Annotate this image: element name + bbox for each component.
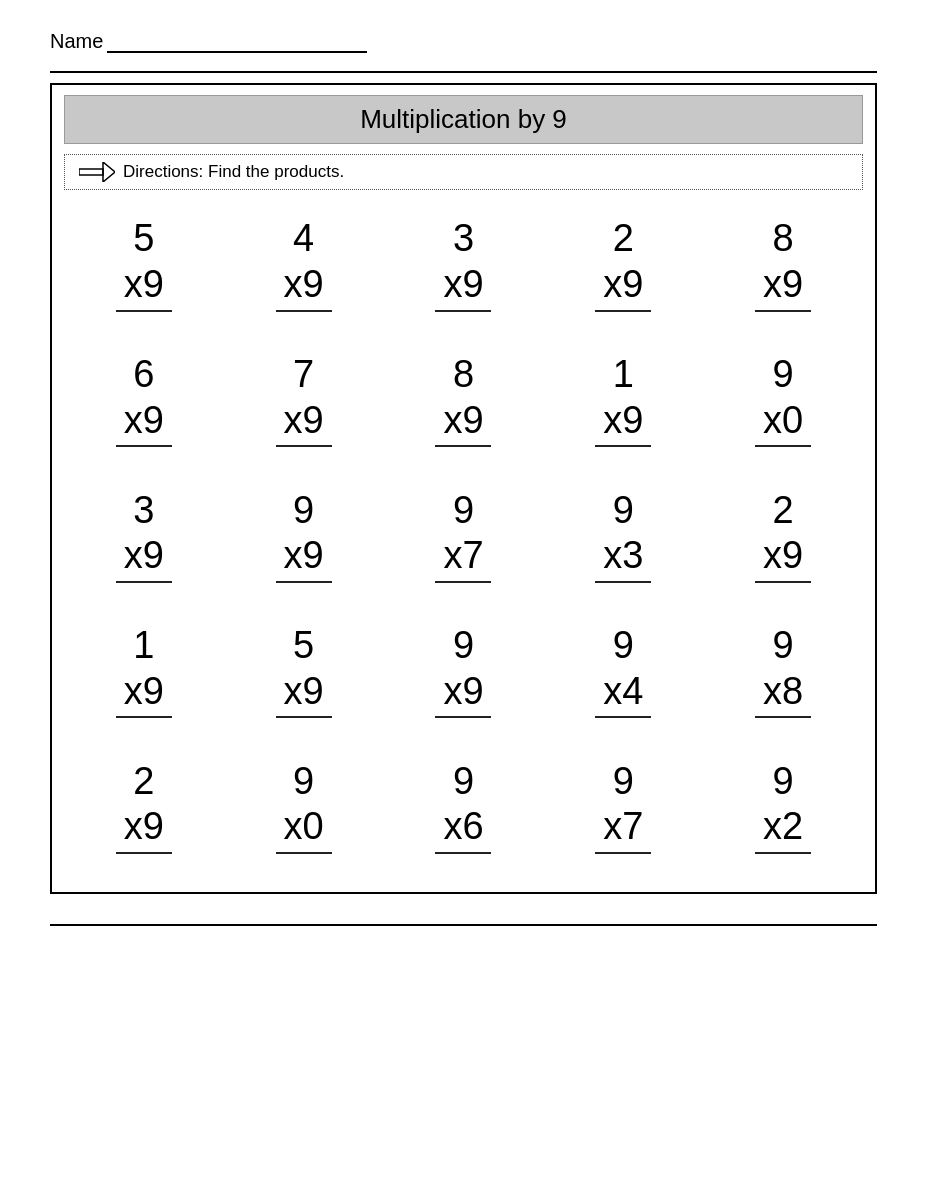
problem-top-number: 9: [613, 754, 634, 804]
problem-row: 6x97x98x91x99x0: [64, 348, 863, 448]
problem-2-3: 9x3: [573, 483, 673, 583]
problem-row: 5x94x93x92x98x9: [64, 212, 863, 312]
problem-row: 2x99x09x69x79x2: [64, 754, 863, 854]
problem-0-1: 4x9: [254, 212, 354, 312]
problem-top-number: 3: [133, 483, 154, 533]
problem-3-0: 1x9: [94, 619, 194, 719]
problem-2-4: 2x9: [733, 483, 833, 583]
problem-0-3: 2x9: [573, 212, 673, 312]
problem-row: 1x95x99x99x49x8: [64, 619, 863, 719]
problem-multiplier: x9: [755, 262, 811, 312]
problem-top-number: 8: [453, 348, 474, 398]
problem-0-4: 8x9: [733, 212, 833, 312]
problem-4-0: 2x9: [94, 754, 194, 854]
name-underline[interactable]: [107, 31, 367, 53]
name-line: Name: [50, 30, 877, 53]
problem-multiplier: x9: [116, 262, 172, 312]
worksheet-page: Name Multiplication by 9 Directions: Fin…: [0, 0, 927, 1200]
problem-1-0: 6x9: [94, 348, 194, 448]
directions-box: Directions: Find the products.: [64, 154, 863, 190]
problem-top-number: 6: [133, 348, 154, 398]
problem-multiplier: x9: [116, 533, 172, 583]
problem-multiplier: x9: [435, 262, 491, 312]
problem-top-number: 9: [453, 754, 474, 804]
problem-top-number: 2: [613, 212, 634, 262]
svg-marker-1: [103, 162, 115, 182]
problem-top-number: 5: [293, 619, 314, 669]
problem-multiplier: x9: [595, 398, 651, 448]
problem-multiplier: x7: [595, 804, 651, 854]
problem-top-number: 4: [293, 212, 314, 262]
worksheet-title: Multiplication by 9: [64, 95, 863, 144]
problem-top-number: 1: [613, 348, 634, 398]
bottom-border: [50, 924, 877, 926]
problem-multiplier: x9: [116, 804, 172, 854]
problem-multiplier: x9: [435, 669, 491, 719]
problem-top-number: 9: [613, 483, 634, 533]
problem-4-1: 9x0: [254, 754, 354, 854]
problem-1-2: 8x9: [413, 348, 513, 448]
problem-4-2: 9x6: [413, 754, 513, 854]
problem-top-number: 3: [453, 212, 474, 262]
problem-multiplier: x2: [755, 804, 811, 854]
problem-3-3: 9x4: [573, 619, 673, 719]
problem-1-4: 9x0: [733, 348, 833, 448]
problem-1-3: 1x9: [573, 348, 673, 448]
problem-top-number: 9: [613, 619, 634, 669]
problem-2-0: 3x9: [94, 483, 194, 583]
problem-multiplier: x4: [595, 669, 651, 719]
problem-top-number: 5: [133, 212, 154, 262]
problem-row: 3x99x99x79x32x9: [64, 483, 863, 583]
problem-3-1: 5x9: [254, 619, 354, 719]
problem-4-3: 9x7: [573, 754, 673, 854]
problem-top-number: 1: [133, 619, 154, 669]
problem-top-number: 2: [133, 754, 154, 804]
problem-multiplier: x9: [276, 533, 332, 583]
problem-3-2: 9x9: [413, 619, 513, 719]
problem-multiplier: x0: [755, 398, 811, 448]
problem-top-number: 9: [293, 483, 314, 533]
problem-top-number: 9: [773, 754, 794, 804]
problems-grid: 5x94x93x92x98x96x97x98x91x99x03x99x99x79…: [64, 212, 863, 872]
problem-top-number: 8: [773, 212, 794, 262]
problem-2-1: 9x9: [254, 483, 354, 583]
worksheet-border: Multiplication by 9 Directions: Find the…: [50, 83, 877, 894]
problem-top-number: 9: [773, 348, 794, 398]
problem-multiplier: x9: [276, 669, 332, 719]
svg-rect-0: [79, 169, 103, 175]
problem-multiplier: x0: [276, 804, 332, 854]
problem-0-0: 5x9: [94, 212, 194, 312]
name-label: Name: [50, 30, 103, 53]
problem-multiplier: x9: [435, 398, 491, 448]
problem-top-number: 7: [293, 348, 314, 398]
problem-multiplier: x9: [595, 262, 651, 312]
problem-multiplier: x8: [755, 669, 811, 719]
problem-2-2: 9x7: [413, 483, 513, 583]
problem-0-2: 3x9: [413, 212, 513, 312]
problem-top-number: 9: [453, 483, 474, 533]
problem-multiplier: x9: [755, 533, 811, 583]
problem-multiplier: x6: [435, 804, 491, 854]
problem-4-4: 9x2: [733, 754, 833, 854]
problem-3-4: 9x8: [733, 619, 833, 719]
problem-multiplier: x9: [276, 398, 332, 448]
problem-multiplier: x9: [116, 398, 172, 448]
directions-text: Directions: Find the products.: [123, 162, 344, 182]
top-border: [50, 71, 877, 73]
problem-top-number: 9: [293, 754, 314, 804]
problem-multiplier: x9: [116, 669, 172, 719]
problem-multiplier: x9: [276, 262, 332, 312]
problem-top-number: 9: [453, 619, 474, 669]
problem-multiplier: x7: [435, 533, 491, 583]
problem-multiplier: x3: [595, 533, 651, 583]
arrow-icon: [79, 162, 115, 182]
problem-1-1: 7x9: [254, 348, 354, 448]
problem-top-number: 2: [773, 483, 794, 533]
problem-top-number: 9: [773, 619, 794, 669]
